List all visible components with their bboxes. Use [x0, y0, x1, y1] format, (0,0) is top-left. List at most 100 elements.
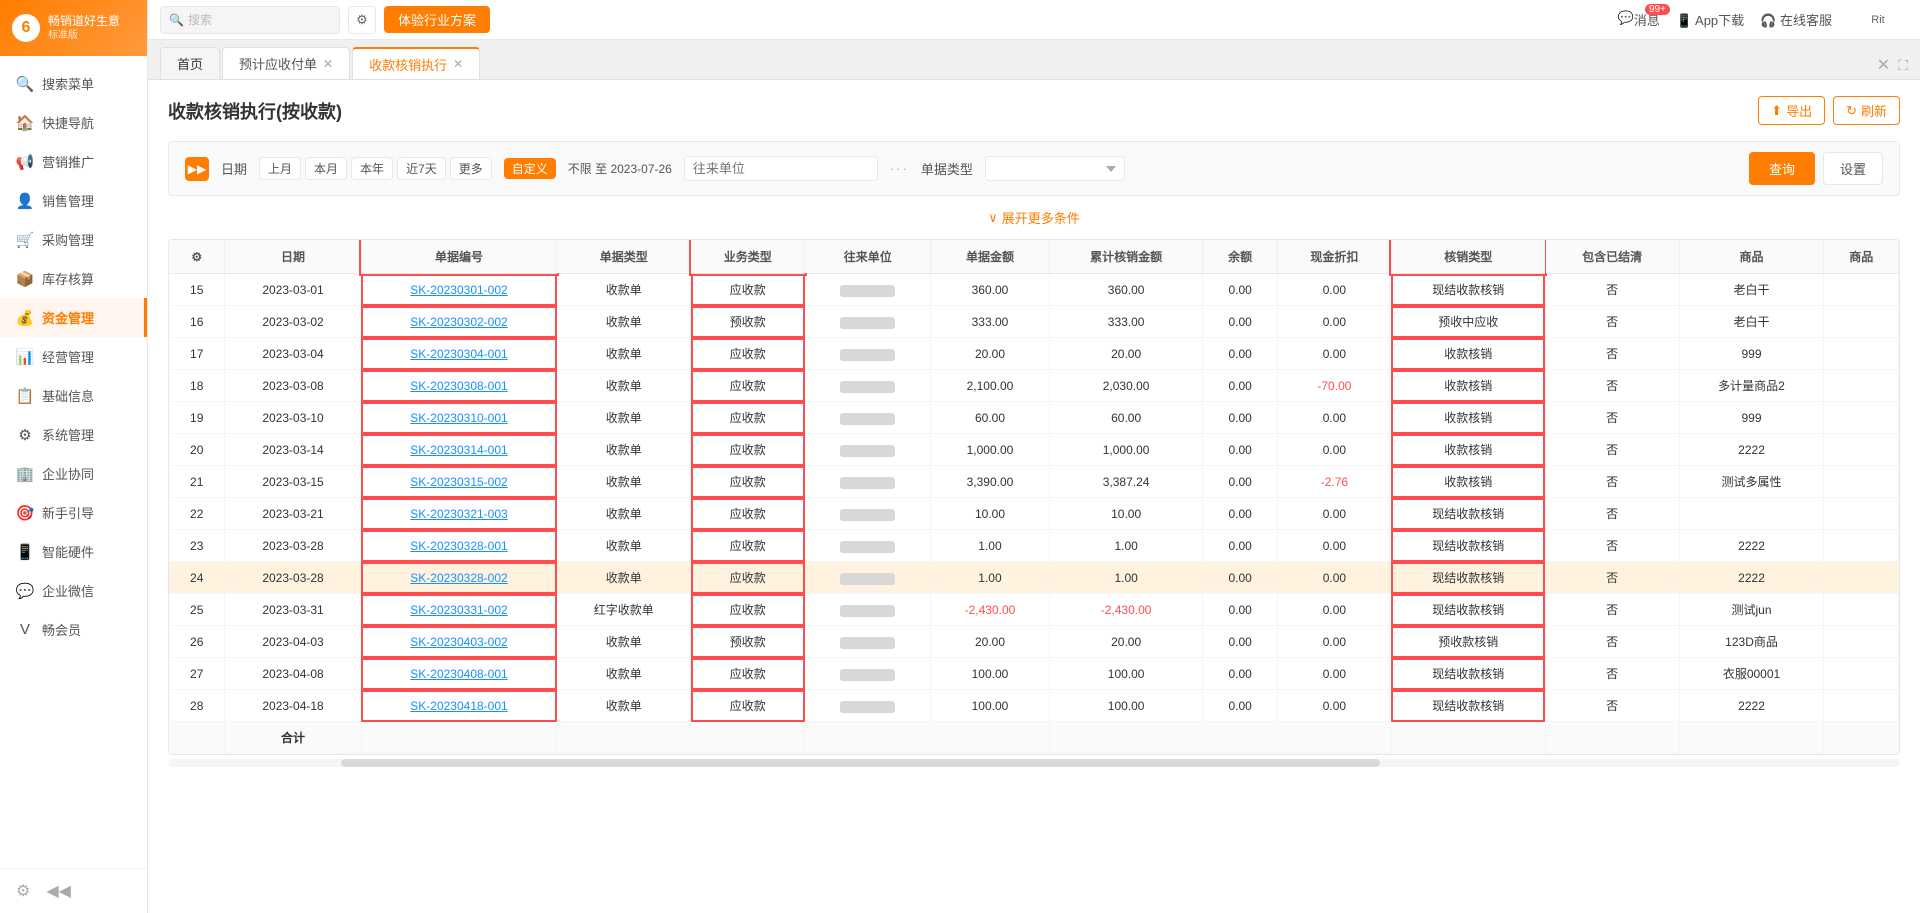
doc-link-r8[interactable]: SK-20230328-001	[410, 539, 507, 553]
cell-r10-c2[interactable]: SK-20230331-002	[361, 594, 557, 626]
window-expand-icon[interactable]: ⛶	[1898, 57, 1908, 74]
doc-link-r13[interactable]: SK-20230418-001	[410, 699, 507, 713]
doc-link-r0[interactable]: SK-20230301-002	[410, 283, 507, 297]
sidebar-item-operations[interactable]: 📊经营管理	[0, 337, 147, 376]
mobile-icon: 📱	[1676, 13, 1692, 28]
cell-r8-c2[interactable]: SK-20230328-001	[361, 530, 557, 562]
sidebar-item-inventory[interactable]: 📦库存核算	[0, 259, 147, 298]
doc-link-r5[interactable]: SK-20230314-001	[410, 443, 507, 457]
cell-r3-c5: ████	[805, 370, 931, 402]
partner-input[interactable]	[684, 156, 878, 181]
tab-pre-payment[interactable]: 预计应收付单✕	[222, 47, 350, 79]
doc-link-r10[interactable]: SK-20230331-002	[410, 603, 507, 617]
date-btn-3[interactable]: 近7天	[397, 157, 446, 180]
cell-r8-c1: 2023-03-28	[225, 530, 361, 562]
filter-toggle-btn[interactable]: ▶▶	[185, 157, 209, 181]
sidebar-item-sales[interactable]: 👤销售管理	[0, 181, 147, 220]
online-service-link[interactable]: 🎧 在线客服	[1760, 10, 1832, 29]
date-btn-2[interactable]: 本年	[351, 157, 393, 180]
cell-r4-c7: 60.00	[1049, 402, 1203, 434]
cell-r4-c2[interactable]: SK-20230310-001	[361, 402, 557, 434]
cell-r12-c2[interactable]: SK-20230408-001	[361, 658, 557, 690]
doc-link-r6[interactable]: SK-20230315-002	[410, 475, 507, 489]
tab-home[interactable]: 首页	[160, 47, 220, 79]
doc-link-r2[interactable]: SK-20230304-001	[410, 347, 507, 361]
topbar-search-box[interactable]: 🔍 搜索	[160, 6, 340, 34]
cell-r2-c9: 0.00	[1277, 338, 1391, 370]
refresh-button[interactable]: ↻ 刷新	[1833, 96, 1900, 125]
col-header-13: 商品	[1824, 240, 1899, 274]
cell-r8-c7: 1.00	[1049, 530, 1203, 562]
logo-icon: 6	[12, 14, 40, 42]
settings-col-icon[interactable]: ⚙	[191, 250, 202, 264]
cell-r2-c11: 否	[1545, 338, 1679, 370]
col-header-7: 累计核销金额	[1049, 240, 1203, 274]
cell-r13-c12: 2222	[1679, 690, 1824, 722]
app-download-link[interactable]: 📱 App下载	[1676, 10, 1744, 29]
cell-r2-c1: 2023-03-04	[225, 338, 361, 370]
doc-link-r12[interactable]: SK-20230408-001	[410, 667, 507, 681]
cell-r3-c2[interactable]: SK-20230308-001	[361, 370, 557, 402]
query-button[interactable]: 查询	[1749, 152, 1815, 185]
doc-type-select[interactable]	[985, 156, 1125, 181]
cell-r0-c2[interactable]: SK-20230301-002	[361, 274, 557, 306]
sidebar-item-enterprise[interactable]: 🏢企业协同	[0, 454, 147, 493]
doc-link-r11[interactable]: SK-20230403-002	[410, 635, 507, 649]
expand-conditions-btn[interactable]: ∨ 展开更多条件	[988, 208, 1080, 227]
sidebar-item-purchase[interactable]: 🛒采购管理	[0, 220, 147, 259]
col-header-4: 业务类型	[691, 240, 805, 274]
cell-r3-c10: 收款核销	[1391, 370, 1545, 402]
cell-r10-c4: 应收款	[691, 594, 805, 626]
cell-r4-c0: 19	[169, 402, 225, 434]
sidebar-item-wechat[interactable]: 💬企业微信	[0, 571, 147, 610]
cell-r5-c12: 2222	[1679, 434, 1824, 466]
cell-r2-c2[interactable]: SK-20230304-001	[361, 338, 557, 370]
sidebar-item-system[interactable]: ⚙系统管理	[0, 415, 147, 454]
tab-close-collect-cancel[interactable]: ✕	[453, 57, 463, 71]
cell-r13-c2[interactable]: SK-20230418-001	[361, 690, 557, 722]
sidebar-item-search-menu[interactable]: 🔍搜索菜单	[0, 64, 147, 103]
sidebar-item-member[interactable]: V畅会员	[0, 610, 147, 649]
settings-gear-btn[interactable]: ⚙	[348, 6, 376, 34]
cell-r5-c2[interactable]: SK-20230314-001	[361, 434, 557, 466]
tab-close-pre-payment[interactable]: ✕	[323, 57, 333, 71]
doc-link-r7[interactable]: SK-20230321-003	[410, 507, 507, 521]
export-button[interactable]: ⬆ 导出	[1758, 96, 1825, 125]
date-btn-4[interactable]: 更多	[450, 157, 492, 180]
doc-link-r4[interactable]: SK-20230310-001	[410, 411, 507, 425]
table-row: 172023-03-04SK-20230304-001收款单应收款████20.…	[169, 338, 1899, 370]
collapse-icon[interactable]: ◀◀	[46, 881, 71, 901]
sidebar-item-basic-info[interactable]: 📋基础信息	[0, 376, 147, 415]
cell-r11-c2[interactable]: SK-20230403-002	[361, 626, 557, 658]
cell-r0-c13	[1824, 274, 1899, 306]
doc-link-r3[interactable]: SK-20230308-001	[410, 379, 507, 393]
sidebar-item-hardware[interactable]: 📱智能硬件	[0, 532, 147, 571]
table-row: 222023-03-21SK-20230321-003收款单应收款████10.…	[169, 498, 1899, 530]
sidebar-item-finance[interactable]: 💰资金管理	[0, 298, 147, 337]
footer-cell-1: 合计	[225, 722, 361, 754]
cell-r7-c2[interactable]: SK-20230321-003	[361, 498, 557, 530]
cell-r9-c2[interactable]: SK-20230328-002	[361, 562, 557, 594]
settings-icon[interactable]: ⚙	[16, 881, 30, 901]
tab-collect-cancel[interactable]: 收款核销执行✕	[352, 47, 480, 79]
doc-link-r1[interactable]: SK-20230302-002	[410, 315, 507, 329]
doc-link-r9[interactable]: SK-20230328-002	[410, 571, 507, 585]
footer-cell-9	[1277, 722, 1391, 754]
sidebar-item-quick-nav[interactable]: 🏠快捷导航	[0, 103, 147, 142]
custom-date-btn[interactable]: 自定义	[504, 158, 556, 179]
date-btn-1[interactable]: 本月	[305, 157, 347, 180]
window-close-icon[interactable]: ✕	[1877, 55, 1890, 75]
sidebar-item-marketing[interactable]: 📢营销推广	[0, 142, 147, 181]
user-avatar[interactable]: Rit	[1848, 6, 1908, 34]
cell-r3-c4: 应收款	[691, 370, 805, 402]
cell-r1-c2[interactable]: SK-20230302-002	[361, 306, 557, 338]
sidebar-item-guide[interactable]: 🎯新手引导	[0, 493, 147, 532]
cell-r3-c3: 收款单	[557, 370, 691, 402]
refresh-icon: ↻	[1846, 103, 1857, 119]
filter-settings-btn[interactable]: 设置	[1823, 152, 1883, 185]
date-btn-0[interactable]: 上月	[259, 157, 301, 180]
basic-info-icon: 📋	[16, 387, 34, 405]
solution-button[interactable]: 体验行业方案	[384, 6, 490, 33]
cell-r6-c2[interactable]: SK-20230315-002	[361, 466, 557, 498]
message-badge[interactable]: 💬 消息 99+	[1618, 10, 1660, 29]
